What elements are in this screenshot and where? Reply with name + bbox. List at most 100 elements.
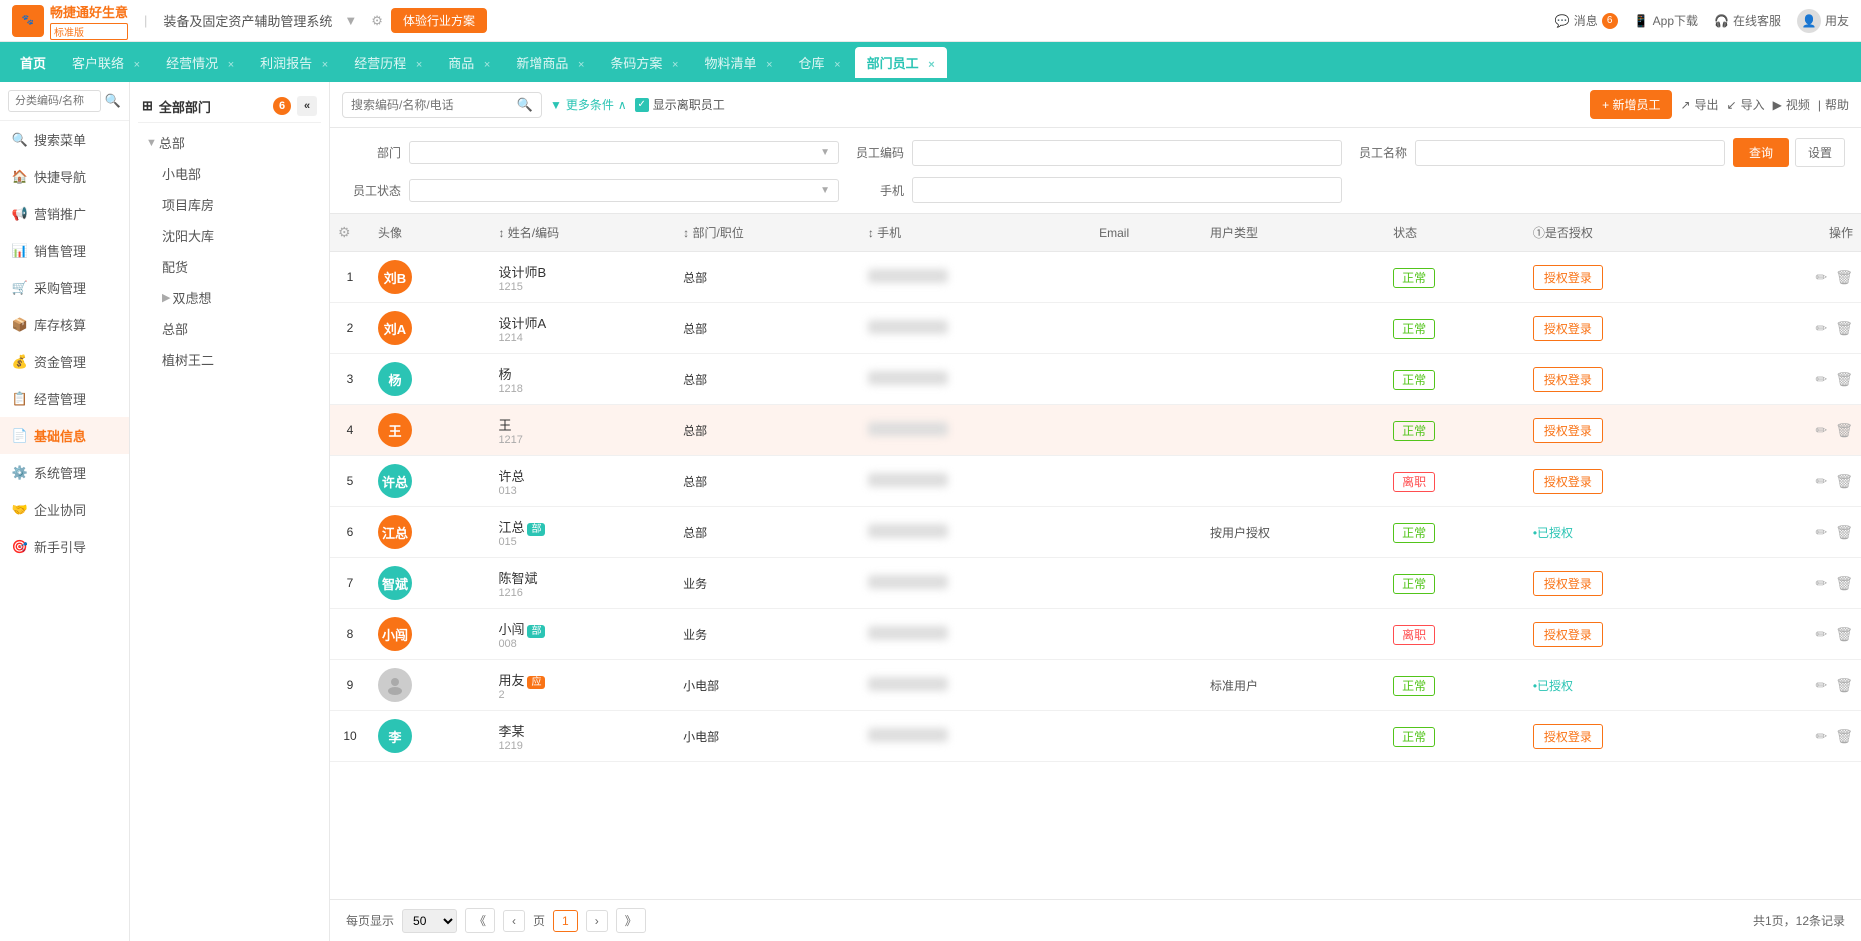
- last-page-btn[interactable]: 》: [616, 908, 646, 933]
- row-auth[interactable]: 授权登录: [1525, 456, 1732, 507]
- dept-tree-item-zongbu[interactable]: ▼ 总部: [138, 127, 321, 158]
- close-icon[interactable]: ×: [928, 59, 934, 71]
- expand-icon[interactable]: ▼: [146, 137, 157, 149]
- row-auth[interactable]: 授权登录: [1525, 405, 1732, 456]
- sidebar-search-icon[interactable]: 🔍: [105, 93, 121, 109]
- sidebar-item-purchase[interactable]: 🛒采购管理: [0, 269, 129, 306]
- sidebar-item-basic[interactable]: 📄基础信息: [0, 417, 129, 454]
- auth-login-btn[interactable]: 授权登录: [1533, 571, 1603, 596]
- close-icon[interactable]: ×: [766, 59, 772, 71]
- auth-login-btn[interactable]: 授权登录: [1533, 316, 1603, 341]
- message-btn[interactable]: 💬 消息 6: [1555, 12, 1618, 29]
- col-dept[interactable]: ↕ 部门/职位: [675, 214, 860, 252]
- status-select[interactable]: ▼: [409, 179, 839, 202]
- row-auth[interactable]: 授权登录: [1525, 252, 1732, 303]
- tab-home[interactable]: 首页: [8, 47, 58, 78]
- edit-icon[interactable]: ✏: [1815, 626, 1827, 643]
- close-icon[interactable]: ×: [484, 59, 490, 71]
- show-inactive-toggle[interactable]: ✓ 显示离职员工: [635, 96, 725, 113]
- edit-icon[interactable]: ✏: [1815, 422, 1827, 439]
- tab-barcode[interactable]: 条码方案 ×: [598, 47, 690, 78]
- auth-login-btn[interactable]: 授权登录: [1533, 724, 1603, 749]
- dept-tree-item-shenyang[interactable]: 沈阳大库: [154, 220, 321, 251]
- tab-add-goods[interactable]: 新增商品 ×: [504, 47, 596, 78]
- more-filter-btn[interactable]: ▼ 更多条件 ∧: [550, 96, 627, 113]
- help-btn[interactable]: | 帮助: [1818, 96, 1849, 113]
- import-btn[interactable]: ↙ 导入: [1727, 96, 1765, 113]
- sidebar-item-search[interactable]: 🔍搜索菜单: [0, 121, 129, 158]
- delete-icon[interactable]: 🗑: [1835, 626, 1853, 643]
- set-button[interactable]: 设置: [1795, 138, 1845, 167]
- empcode-input[interactable]: [912, 140, 1342, 166]
- sidebar-item-guide[interactable]: 🎯新手引导: [0, 528, 129, 565]
- user-btn[interactable]: 👤 用友: [1797, 9, 1849, 33]
- sidebar-item-marketing[interactable]: 📢营销推广: [0, 195, 129, 232]
- sidebar-item-sales[interactable]: 📊销售管理: [0, 232, 129, 269]
- app-download-btn[interactable]: 📱 App下载: [1634, 12, 1698, 29]
- edit-icon[interactable]: ✏: [1815, 371, 1827, 388]
- tab-profit[interactable]: 利润报告 ×: [248, 47, 340, 78]
- dropdown-icon[interactable]: ▼: [344, 13, 357, 28]
- edit-icon[interactable]: ✏: [1815, 473, 1827, 490]
- tab-operation[interactable]: 经营情况 ×: [154, 47, 246, 78]
- empname-input[interactable]: [1415, 140, 1725, 166]
- tab-goods[interactable]: 商品 ×: [436, 47, 502, 78]
- phone-input[interactable]: [912, 177, 1342, 203]
- delete-icon[interactable]: 🗑: [1835, 371, 1853, 388]
- settings-icon[interactable]: ⚙: [371, 13, 383, 29]
- close-icon[interactable]: ×: [322, 59, 328, 71]
- col-phone[interactable]: ↕ 手机: [860, 214, 1091, 252]
- next-page-btn[interactable]: ›: [586, 910, 608, 932]
- close-icon[interactable]: ×: [672, 59, 678, 71]
- col-settings[interactable]: ⚙: [330, 214, 370, 252]
- delete-icon[interactable]: 🗑: [1835, 677, 1853, 694]
- expand-icon[interactable]: ▶: [162, 291, 170, 304]
- sidebar-item-system[interactable]: ⚙️系统管理: [0, 454, 129, 491]
- close-icon[interactable]: ×: [228, 59, 234, 71]
- close-icon[interactable]: ×: [578, 59, 584, 71]
- dept-tree-item-peihuo[interactable]: 配货: [154, 251, 321, 282]
- dept-tree-item-project[interactable]: 项目库房: [154, 189, 321, 220]
- delete-icon[interactable]: 🗑: [1835, 473, 1853, 490]
- query-button[interactable]: 查询: [1733, 138, 1789, 167]
- row-auth[interactable]: 授权登录: [1525, 303, 1732, 354]
- auth-login-btn[interactable]: 授权登录: [1533, 265, 1603, 290]
- sidebar-item-inventory[interactable]: 📦库存核算: [0, 306, 129, 343]
- collapse-btn[interactable]: «: [297, 96, 317, 116]
- sidebar-item-finance[interactable]: 💰资金管理: [0, 343, 129, 380]
- view-btn[interactable]: ▶ 视频: [1773, 96, 1810, 113]
- prev-page-btn[interactable]: ‹: [503, 910, 525, 932]
- delete-icon[interactable]: 🗑: [1835, 269, 1853, 286]
- close-icon[interactable]: ×: [834, 59, 840, 71]
- delete-icon[interactable]: 🗑: [1835, 422, 1853, 439]
- sidebar-search-input[interactable]: [8, 90, 101, 112]
- export-btn[interactable]: ↗ 导出: [1680, 96, 1718, 113]
- close-icon[interactable]: ×: [416, 59, 422, 71]
- dept-tree-item-xdbu[interactable]: 小电部: [154, 158, 321, 189]
- dept-tree-item-shuanglv[interactable]: ▶双虑想: [154, 282, 321, 313]
- auth-login-btn[interactable]: 授权登录: [1533, 469, 1603, 494]
- delete-icon[interactable]: 🗑: [1835, 575, 1853, 592]
- first-page-btn[interactable]: 《: [465, 908, 495, 933]
- auth-login-btn[interactable]: 授权登录: [1533, 418, 1603, 443]
- row-auth[interactable]: 授权登录: [1525, 711, 1732, 762]
- online-service-btn[interactable]: 🎧 在线客服: [1714, 12, 1781, 29]
- row-auth[interactable]: 授权登录: [1525, 609, 1732, 660]
- delete-icon[interactable]: 🗑: [1835, 728, 1853, 745]
- edit-icon[interactable]: ✏: [1815, 677, 1827, 694]
- dept-tree-item-zhishu[interactable]: 植树王二: [154, 344, 321, 375]
- sidebar-item-collab[interactable]: 🤝企业协同: [0, 491, 129, 528]
- sidebar-item-management[interactable]: 📋经营管理: [0, 380, 129, 417]
- row-auth[interactable]: 授权登录: [1525, 354, 1732, 405]
- dept-select[interactable]: ▼: [409, 141, 839, 164]
- add-employee-button[interactable]: + 新增员工: [1590, 90, 1672, 119]
- edit-icon[interactable]: ✏: [1815, 269, 1827, 286]
- edit-icon[interactable]: ✏: [1815, 524, 1827, 541]
- close-icon[interactable]: ×: [134, 59, 140, 71]
- trial-button[interactable]: 体验行业方案: [391, 8, 487, 33]
- dept-tree-item-zongbu2[interactable]: 总部: [154, 313, 321, 344]
- edit-icon[interactable]: ✏: [1815, 320, 1827, 337]
- auth-login-btn[interactable]: 授权登录: [1533, 367, 1603, 392]
- sidebar-item-nav[interactable]: 🏠快捷导航: [0, 158, 129, 195]
- col-name[interactable]: ↕ 姓名/编码: [490, 214, 675, 252]
